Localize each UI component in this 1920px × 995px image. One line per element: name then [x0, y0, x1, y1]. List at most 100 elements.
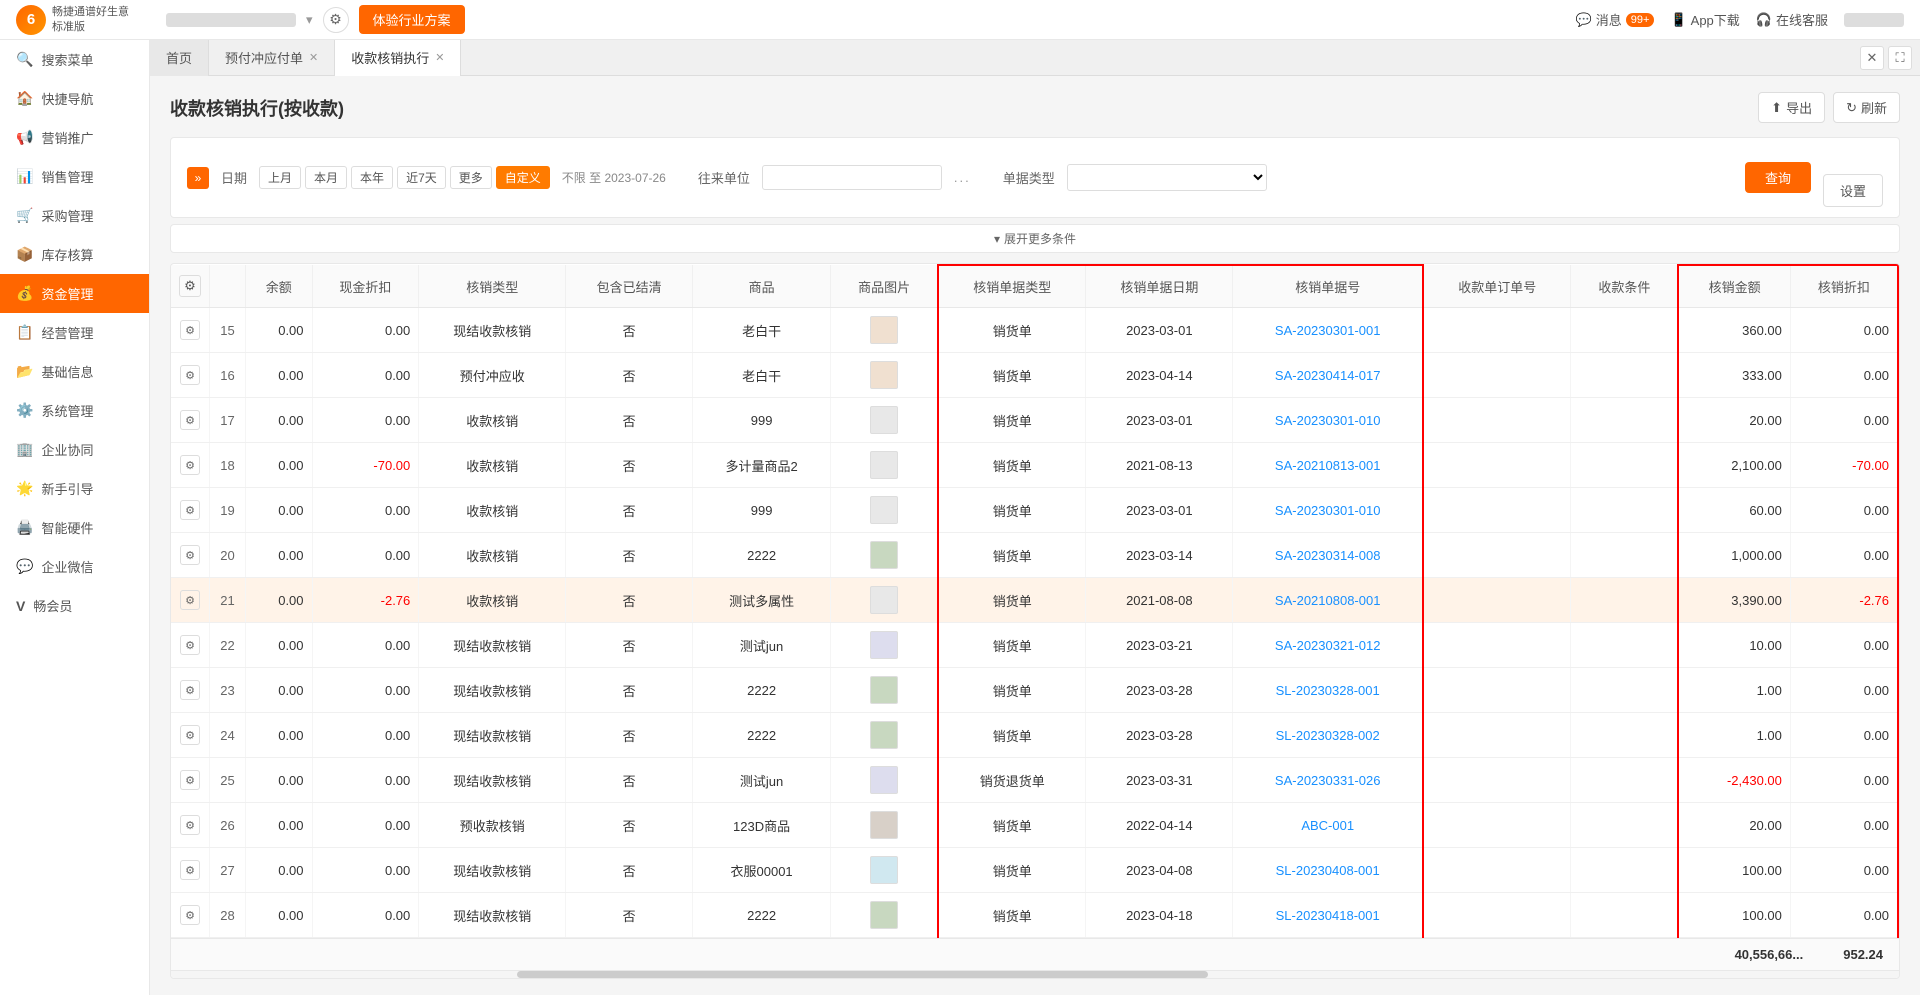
tab-verify[interactable]: 收款核销执行 ✕	[335, 40, 461, 76]
sidebar-item-wechat[interactable]: 💬 企业微信	[0, 547, 149, 586]
gear-button[interactable]: ⚙	[323, 7, 349, 33]
row-gear-icon[interactable]: ⚙	[180, 680, 200, 700]
sidebar-item-guide[interactable]: 🌟 新手引导	[0, 469, 149, 508]
trial-industry-btn[interactable]: 体验行业方案	[359, 5, 465, 34]
bill-no-link[interactable]: SA-20210813-001	[1275, 458, 1381, 473]
app-download-btn[interactable]: 📱 App下载	[1670, 10, 1739, 29]
tab-prepay-close-icon[interactable]: ✕	[309, 51, 318, 64]
col-goods: 2222	[693, 668, 831, 713]
col-goods-img	[831, 533, 939, 578]
row-gear-icon[interactable]: ⚙	[180, 410, 200, 430]
bill-no-link[interactable]: ABC-001	[1301, 818, 1354, 833]
col-cash-discount: 0.00	[312, 308, 419, 353]
col-verify-amount: 20.00	[1678, 398, 1790, 443]
from-unit-input[interactable]	[762, 165, 942, 190]
gear-settings-icon[interactable]: ⚙	[179, 275, 201, 297]
row-gear-icon[interactable]: ⚙	[180, 320, 200, 340]
col-seq: 15	[210, 308, 246, 353]
bill-no-link[interactable]: SA-20230301-010	[1275, 413, 1381, 428]
row-gear-icon[interactable]: ⚙	[180, 725, 200, 745]
bill-no-link[interactable]: SA-20230301-010	[1275, 503, 1381, 518]
bill-no-link[interactable]: SA-20230314-008	[1275, 548, 1381, 563]
sidebar-item-operations[interactable]: 📋 经营管理	[0, 313, 149, 352]
settings-btn[interactable]: 设置	[1823, 174, 1883, 207]
row-gear-icon[interactable]: ⚙	[180, 905, 200, 925]
row-gear-icon[interactable]: ⚙	[180, 770, 200, 790]
horizontal-scroll-area[interactable]	[171, 970, 1899, 978]
expand-more-bar[interactable]: ▾ 展开更多条件	[170, 224, 1900, 253]
messages-btn[interactable]: 💬 消息 99+	[1576, 10, 1655, 29]
col-verify-discount: 0.00	[1790, 758, 1898, 803]
sidebar-item-system[interactable]: ⚙️ 系统管理	[0, 391, 149, 430]
filter-expand-arrow[interactable]: »	[187, 167, 209, 189]
date-btn-this-month[interactable]: 本月	[305, 166, 347, 189]
row-gear-icon[interactable]: ⚙	[180, 545, 200, 565]
online-service-btn[interactable]: 🎧 在线客服	[1756, 10, 1828, 29]
sidebar-item-quick-nav[interactable]: 🏠 快捷导航	[0, 79, 149, 118]
tab-prepay[interactable]: 预付冲应付单 ✕	[209, 40, 335, 76]
col-header-verify-amount: 核销金额	[1678, 265, 1790, 308]
col-goods: 测试多属性	[693, 578, 831, 623]
goods-image	[870, 901, 898, 929]
bill-no-link[interactable]: SL-20230418-001	[1276, 908, 1380, 923]
col-receipt-order-no	[1423, 893, 1571, 938]
table-row: ⚙ 20 0.00 0.00 收款核销 否 2222 销货单 2023-03-1…	[171, 533, 1898, 578]
bill-no-link[interactable]: SL-20230328-001	[1276, 683, 1380, 698]
tab-window-close-btn[interactable]: ✕	[1860, 46, 1884, 70]
row-gear-icon[interactable]: ⚙	[180, 635, 200, 655]
col-gear: ⚙	[171, 443, 210, 488]
row-gear-icon[interactable]: ⚙	[180, 590, 200, 610]
bill-no-link[interactable]: SA-20230414-017	[1275, 368, 1381, 383]
sidebar-item-search[interactable]: 🔍 搜索菜单	[0, 40, 149, 79]
query-btn[interactable]: 查询	[1745, 162, 1811, 193]
user-display[interactable]	[1844, 13, 1904, 27]
sidebar-item-hardware[interactable]: 🖨️ 智能硬件	[0, 508, 149, 547]
row-gear-icon[interactable]: ⚙	[180, 860, 200, 880]
sidebar-item-marketing[interactable]: 📢 营销推广	[0, 118, 149, 157]
col-receipt-order-no	[1423, 533, 1571, 578]
date-btn-more[interactable]: 更多	[450, 166, 492, 189]
col-goods-img	[831, 623, 939, 668]
row-gear-icon[interactable]: ⚙	[180, 365, 200, 385]
date-btn-custom[interactable]: 自定义	[496, 166, 550, 189]
sidebar-item-enterprise[interactable]: 🏢 企业协同	[0, 430, 149, 469]
col-goods-img	[831, 308, 939, 353]
bill-no-link[interactable]: SA-20230301-001	[1275, 323, 1381, 338]
date-btn-7days[interactable]: 近7天	[397, 166, 446, 189]
top-bar: 6 畅捷通谱好生意 标准版 ▾ ⚙ 体验行业方案 💬 消息 99+ 📱 App下…	[0, 0, 1920, 40]
main-content: 收款核销执行(按收款) ⬆ 导出 ↻ 刷新 » 日期 上月 本月	[150, 76, 1920, 995]
row-gear-icon[interactable]: ⚙	[180, 815, 200, 835]
col-included-cleared: 否	[566, 758, 693, 803]
bill-no-link[interactable]: SA-20210808-001	[1275, 593, 1381, 608]
sidebar-item-inventory[interactable]: 📦 库存核算	[0, 235, 149, 274]
bill-no-link[interactable]: SA-20230331-026	[1275, 773, 1381, 788]
tab-home[interactable]: 首页	[150, 40, 209, 76]
bill-no-link[interactable]: SA-20230321-012	[1275, 638, 1381, 653]
refresh-btn[interactable]: ↻ 刷新	[1833, 92, 1900, 123]
row-gear-icon[interactable]: ⚙	[180, 455, 200, 475]
sidebar-item-finance[interactable]: 💰 资金管理	[0, 274, 149, 313]
col-balance: 0.00	[246, 758, 313, 803]
col-verify-bill-date: 2023-04-08	[1086, 848, 1233, 893]
voucher-type-select[interactable]	[1067, 164, 1267, 191]
col-goods-img	[831, 848, 939, 893]
header-actions: ⬆ 导出 ↻ 刷新	[1758, 92, 1900, 123]
date-btn-last-month[interactable]: 上月	[259, 166, 301, 189]
sidebar-item-member[interactable]: V 畅会员	[0, 586, 149, 625]
tab-bar: 首页 预付冲应付单 ✕ 收款核销执行 ✕ ✕ ⛶	[150, 40, 1920, 76]
export-btn[interactable]: ⬆ 导出	[1758, 92, 1825, 123]
bill-no-link[interactable]: SL-20230408-001	[1276, 863, 1380, 878]
date-btn-this-year[interactable]: 本年	[351, 166, 393, 189]
dropdown-arrow-icon[interactable]: ▾	[306, 12, 313, 28]
col-included-cleared: 否	[566, 488, 693, 533]
col-verify-type: 收款核销	[419, 488, 566, 533]
tab-maximize-btn[interactable]: ⛶	[1888, 46, 1912, 70]
sidebar-item-purchase[interactable]: 🛒 采购管理	[0, 196, 149, 235]
sidebar-item-sales[interactable]: 📊 销售管理	[0, 157, 149, 196]
bill-no-link[interactable]: SL-20230328-002	[1276, 728, 1380, 743]
sidebar-item-base-info[interactable]: 📂 基础信息	[0, 352, 149, 391]
tab-verify-close-icon[interactable]: ✕	[435, 51, 444, 64]
row-gear-icon[interactable]: ⚙	[180, 500, 200, 520]
col-verify-bill-no: SL-20230328-002	[1233, 713, 1423, 758]
col-verify-amount: 100.00	[1678, 893, 1790, 938]
